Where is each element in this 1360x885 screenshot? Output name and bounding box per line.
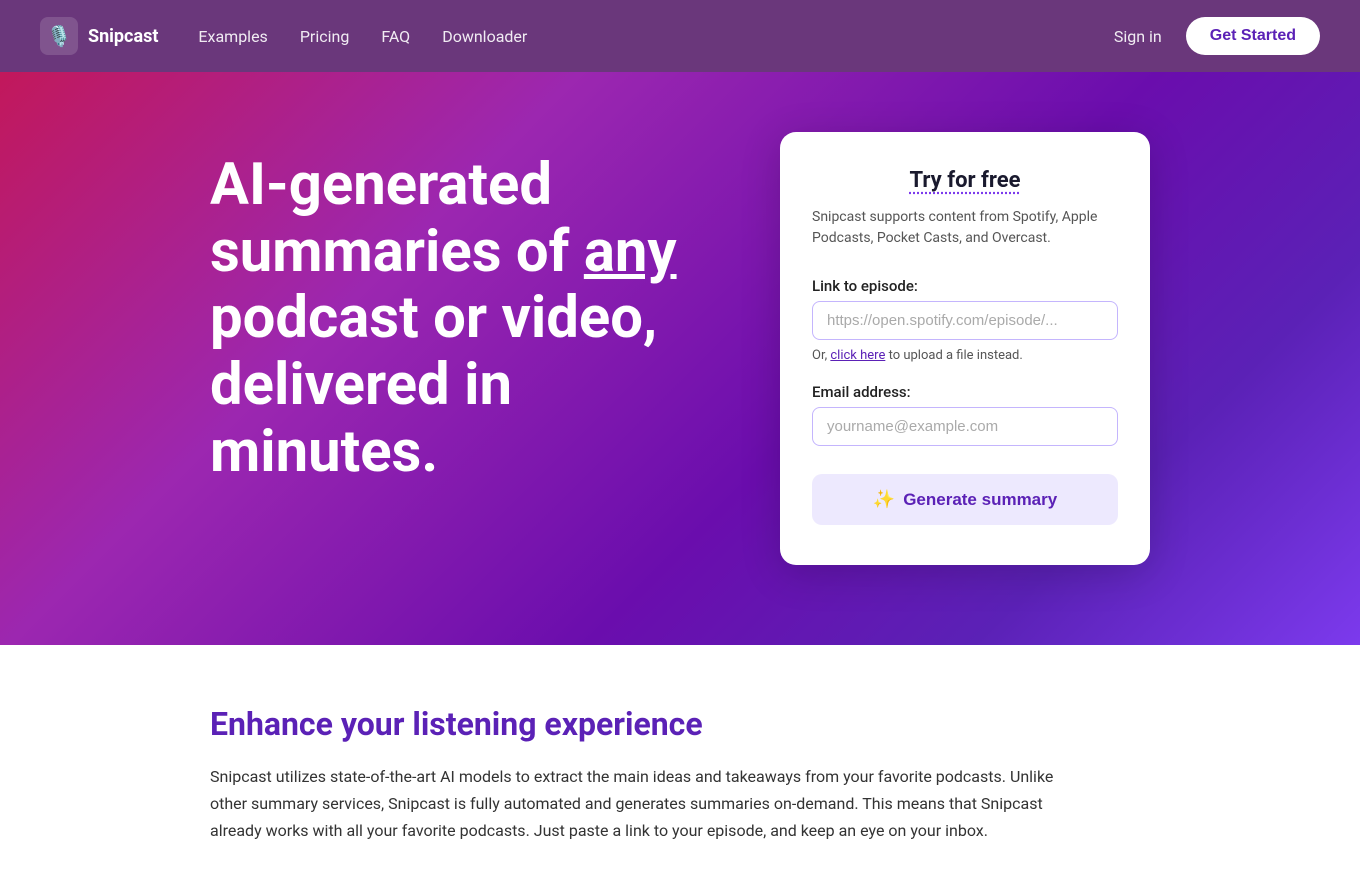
nav-left: 🎙️ Snipcast Examples Pricing FAQ Downloa… [40, 17, 527, 55]
or-upload-text: Or, click here to upload a file instead. [812, 348, 1118, 363]
nav-links: Examples Pricing FAQ Downloader [198, 27, 527, 46]
card-subtitle: Snipcast supports content from Spotify, … [812, 207, 1118, 249]
navbar: 🎙️ Snipcast Examples Pricing FAQ Downloa… [0, 0, 1360, 72]
email-label: Email address: [812, 383, 1118, 401]
section-body: Snipcast utilizes state-of-the-art AI mo… [210, 763, 1070, 845]
hero-title-part2: podcast or video, delivered in minutes. [210, 284, 657, 485]
hero-title-underline: any [584, 218, 677, 286]
sign-in-link[interactable]: Sign in [1114, 27, 1162, 46]
email-input[interactable] [812, 407, 1118, 446]
episode-link-input[interactable] [812, 301, 1118, 340]
hero-title-part1: AI-generated summaries of [210, 151, 584, 286]
card-title: Try for free [812, 168, 1118, 193]
brand-icon: 🎙️ [40, 17, 78, 55]
brand-logo[interactable]: 🎙️ Snipcast [40, 17, 158, 55]
enhance-section: Enhance your listening experience Snipca… [0, 645, 1360, 885]
nav-link-downloader[interactable]: Downloader [442, 27, 527, 46]
nav-link-pricing[interactable]: Pricing [300, 27, 350, 46]
nav-right: Sign in Get Started [1114, 17, 1320, 55]
section-title: Enhance your listening experience [210, 705, 1150, 743]
hero-title: AI-generated summaries of any podcast or… [210, 152, 710, 485]
generate-label: Generate summary [903, 490, 1057, 510]
upload-link[interactable]: click here [830, 348, 885, 363]
brand-name: Snipcast [88, 26, 158, 47]
get-started-button[interactable]: Get Started [1186, 17, 1320, 55]
hero-section: AI-generated summaries of any podcast or… [0, 72, 1360, 645]
generate-summary-button[interactable]: ✨ Generate summary [812, 474, 1118, 525]
mic-icon: 🎙️ [47, 24, 72, 48]
magic-icon: ✨ [873, 489, 895, 510]
nav-link-faq[interactable]: FAQ [381, 27, 410, 46]
try-for-free-card: Try for free Snipcast supports content f… [780, 132, 1150, 565]
nav-link-examples[interactable]: Examples [198, 27, 267, 46]
hero-text: AI-generated summaries of any podcast or… [210, 132, 710, 485]
link-label: Link to episode: [812, 277, 1118, 295]
